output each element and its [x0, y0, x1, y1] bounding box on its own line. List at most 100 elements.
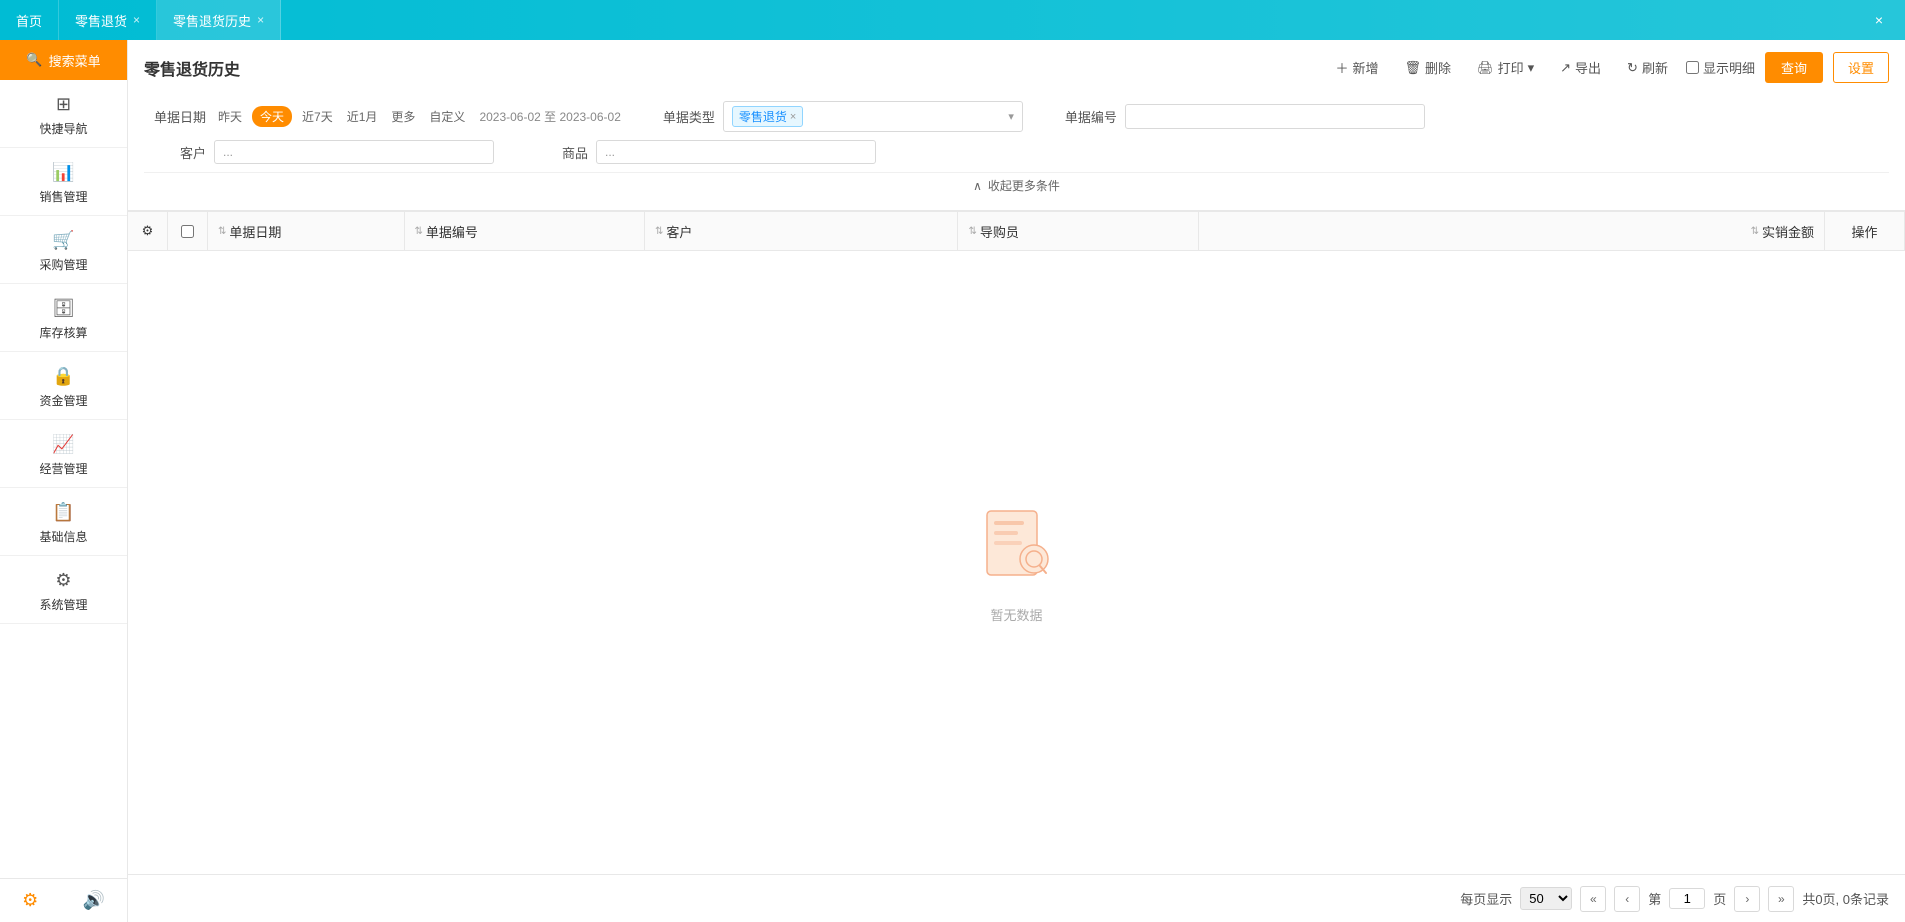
sidebar-settings-btn[interactable]: ⚙: [22, 890, 38, 911]
page-label: 第: [1648, 889, 1661, 908]
tab-retail-return[interactable]: 零售退货 ×: [59, 0, 157, 40]
first-page-btn[interactable]: «: [1580, 886, 1606, 912]
page-header: 零售退货历史 ＋ 新增 🗑 删除 🖨 打印 ▾: [128, 40, 1905, 211]
type-select[interactable]: 零售退货 × ▾: [723, 101, 1023, 132]
filter-row-2: 客户 ... 商品 ...: [144, 140, 1889, 164]
per-page-label: 每页显示: [1460, 889, 1512, 908]
empty-illustration: [972, 501, 1062, 591]
date-opt-more[interactable]: 更多: [387, 106, 419, 127]
window-close-btn[interactable]: ×: [1869, 10, 1889, 30]
print-label: 打印: [1498, 58, 1524, 77]
show-detail-checkbox[interactable]: 显示明细: [1686, 58, 1755, 77]
number-filter-input[interactable]: [1125, 104, 1425, 129]
sidebar-search-label: 搜索菜单: [49, 51, 101, 70]
tab-retail-return-history-close[interactable]: ×: [257, 13, 264, 27]
sidebar-nav: ⊞ 快捷导航 📊 销售管理 🛒 采购管理 🗄 库存核算 🔒 资金管理 📈: [0, 80, 127, 878]
tab-retail-return-close[interactable]: ×: [133, 13, 140, 27]
th-date-label: 单据日期: [229, 222, 281, 241]
th-date-sort-icon: ⇅: [218, 226, 226, 237]
date-opt-yesterday[interactable]: 昨天: [214, 106, 246, 127]
th-number-label: 单据编号: [426, 222, 478, 241]
th-guide[interactable]: ⇅ 导购员: [958, 212, 1198, 250]
print-arrow-icon: ▾: [1528, 60, 1535, 76]
customer-filter-input[interactable]: ...: [214, 140, 494, 164]
th-date[interactable]: ⇅ 单据日期: [208, 212, 405, 250]
per-page-select[interactable]: 10 20 50 100: [1520, 887, 1572, 910]
th-checkbox[interactable]: [168, 212, 208, 250]
content-area: 零售退货历史 ＋ 新增 🗑 删除 🖨 打印 ▾: [128, 40, 1905, 922]
collapse-label: 收起更多条件: [988, 177, 1060, 194]
sidebar-item-inventory-calc[interactable]: 🗄 库存核算: [0, 284, 127, 352]
sidebar-item-business-mgmt[interactable]: 📈 经营管理: [0, 420, 127, 488]
sidebar-item-label-quick-nav: 快捷导航: [39, 120, 87, 137]
date-opt-custom[interactable]: 自定义: [425, 106, 469, 127]
date-opt-7days[interactable]: 近7天: [298, 106, 337, 127]
type-tag-close[interactable]: ×: [790, 111, 796, 123]
top-bar: 首页 零售退货 × 零售退货历史 × ×: [0, 0, 1905, 40]
refresh-button[interactable]: ↻ 刷新: [1619, 54, 1676, 81]
sidebar-item-sales-mgmt[interactable]: 📊 销售管理: [0, 148, 127, 216]
sidebar-item-label-business-mgmt: 经营管理: [39, 460, 87, 477]
select-all-checkbox[interactable]: [181, 225, 194, 238]
sidebar-item-capital-mgmt[interactable]: 🔒 资金管理: [0, 352, 127, 420]
goods-filter-input[interactable]: ...: [596, 140, 876, 164]
th-settings[interactable]: ⚙: [128, 212, 168, 250]
last-page-btn[interactable]: »: [1768, 886, 1794, 912]
sidebar-footer: ⚙ 🔊: [0, 878, 127, 922]
empty-state: 暂无数据: [128, 251, 1905, 874]
sidebar-item-label-basic-info: 基础信息: [39, 528, 87, 545]
delete-button[interactable]: 🗑 删除: [1397, 54, 1460, 81]
query-button[interactable]: 查询: [1765, 52, 1823, 83]
purchase-mgmt-icon: 🛒: [52, 230, 74, 251]
type-filter-label: 单据类型: [653, 107, 723, 126]
sidebar-item-label-sys-mgmt: 系统管理: [39, 596, 87, 613]
print-button[interactable]: 🖨 打印 ▾: [1469, 54, 1542, 81]
add-icon: ＋: [1335, 58, 1348, 77]
settings-button[interactable]: 设置: [1833, 52, 1889, 83]
show-detail-label: 显示明细: [1703, 58, 1755, 77]
window-controls: ×: [1853, 10, 1905, 30]
collapse-bar[interactable]: ∧ 收起更多条件: [144, 172, 1889, 202]
main-layout: 🔍 搜索菜单 ⊞ 快捷导航 📊 销售管理 🛒 采购管理 🗄 库存核算 🔒: [0, 40, 1905, 922]
th-guide-label: 导购员: [980, 222, 1019, 241]
filter-area: 单据日期 昨天 今天 近7天 近1月 更多 自定义 2023-06-02 至 2…: [144, 93, 1889, 210]
sales-mgmt-icon: 📊: [52, 162, 74, 183]
tab-retail-return-history[interactable]: 零售退货历史 ×: [157, 0, 281, 40]
empty-text: 暂无数据: [990, 605, 1042, 624]
show-detail-input[interactable]: [1686, 61, 1699, 74]
sidebar-item-sys-mgmt[interactable]: ⚙ 系统管理: [0, 556, 127, 624]
th-spacer: [1199, 212, 1658, 250]
date-opt-today[interactable]: 今天: [252, 106, 292, 127]
th-customer[interactable]: ⇅ 客户: [645, 212, 959, 250]
table-settings-icon: ⚙: [142, 223, 154, 239]
delete-icon: 🗑: [1405, 60, 1422, 76]
goods-filter-label: 商品: [526, 143, 596, 162]
type-select-arrow-icon: ▾: [1008, 110, 1014, 123]
delete-label: 删除: [1425, 58, 1451, 77]
add-button[interactable]: ＋ 新增: [1327, 54, 1386, 81]
sidebar-audio-btn[interactable]: 🔊: [82, 890, 104, 911]
number-filter-label: 单据编号: [1055, 107, 1125, 126]
export-icon: ↗: [1560, 60, 1571, 76]
quick-nav-icon: ⊞: [56, 94, 71, 115]
type-tag-text: 零售退货: [739, 108, 787, 125]
tab-home[interactable]: 首页: [0, 0, 59, 40]
next-page-btn[interactable]: ›: [1734, 886, 1760, 912]
th-amount-label: 实销金额: [1762, 222, 1814, 241]
type-tag: 零售退货 ×: [732, 106, 803, 127]
prev-page-btn[interactable]: ‹: [1614, 886, 1640, 912]
th-amount[interactable]: ⇅ 实销金额: [1658, 212, 1825, 250]
current-page-input[interactable]: [1669, 888, 1705, 909]
sidebar-item-label-sales-mgmt: 销售管理: [39, 188, 87, 205]
date-opt-1month[interactable]: 近1月: [343, 106, 382, 127]
export-button[interactable]: ↗ 导出: [1552, 54, 1609, 81]
sidebar-item-quick-nav[interactable]: ⊞ 快捷导航: [0, 80, 127, 148]
total-info: 共0页, 0条记录: [1802, 889, 1889, 908]
search-icon: 🔍: [26, 52, 42, 68]
sidebar-item-purchase-mgmt[interactable]: 🛒 采购管理: [0, 216, 127, 284]
page-of: 页: [1713, 889, 1726, 908]
table-header: ⚙ ⇅ 单据日期 ⇅ 单据编号 ⇅ 客户 ⇅: [128, 211, 1905, 251]
sidebar-search[interactable]: 🔍 搜索菜单: [0, 40, 127, 80]
th-number[interactable]: ⇅ 单据编号: [405, 212, 645, 250]
sidebar-item-basic-info[interactable]: 📋 基础信息: [0, 488, 127, 556]
